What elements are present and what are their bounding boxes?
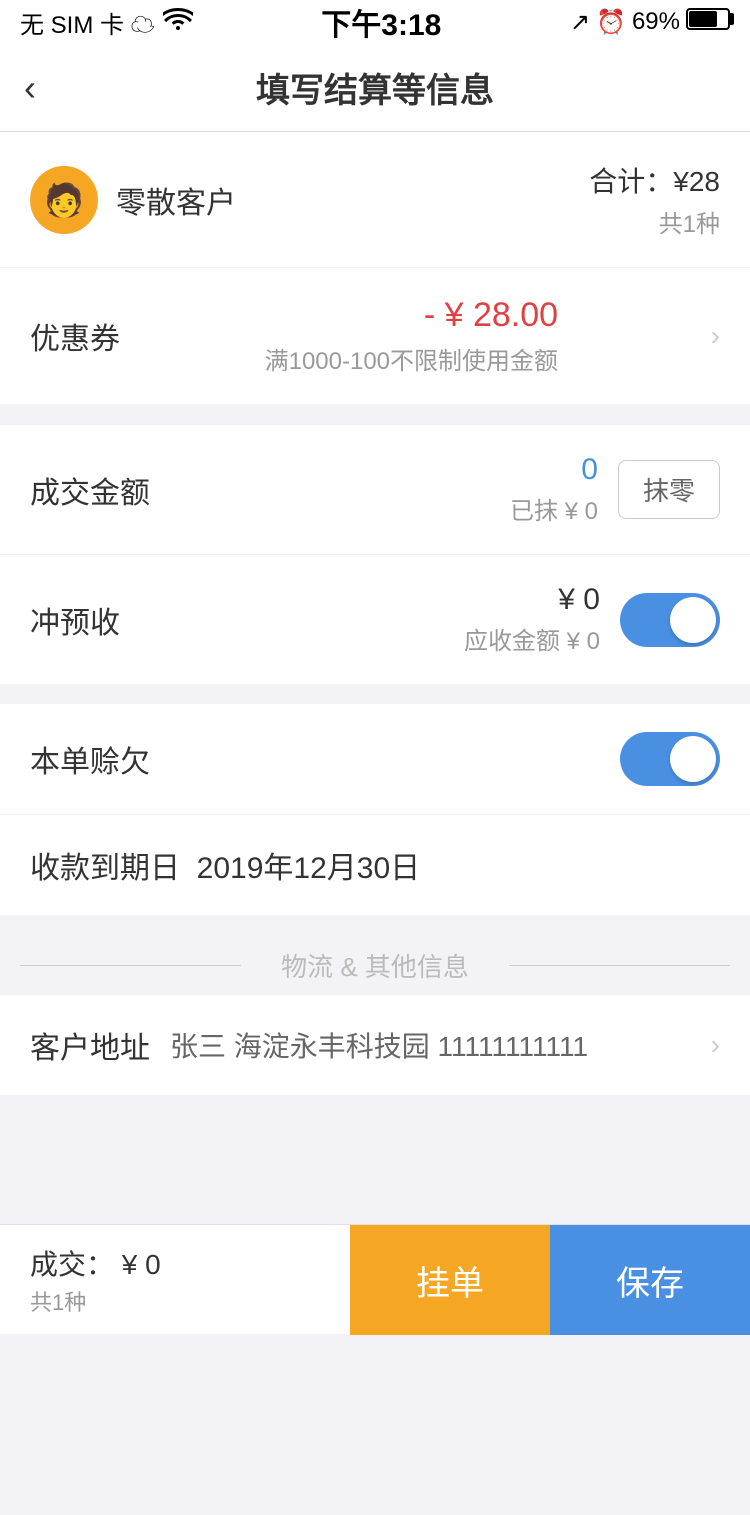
prereceive-amount: ¥ 0: [464, 583, 600, 617]
alarm-icon: ⏰: [596, 8, 626, 37]
sep-line-left: [20, 965, 241, 966]
prereceive-toggle[interactable]: [620, 593, 720, 647]
prereceive-right: ¥ 0 应收金额 ¥ 0: [464, 583, 720, 656]
logistics-text: 物流 & 其他信息: [281, 947, 469, 984]
credit-toggle-knob: [670, 736, 716, 782]
location-icon: ↗: [570, 8, 590, 37]
transaction-sub: 已抹 ¥ 0: [510, 491, 598, 526]
toggle-knob: [670, 597, 716, 643]
bottom-deal-label: 成交：: [30, 1249, 114, 1280]
battery-percent: 69%: [632, 8, 680, 36]
transaction-section: 成交金额 0 已抹 ¥ 0 抹零 冲预收 ¥ 0 应收金额 ¥ 0: [0, 424, 750, 684]
discount-right: - ¥ 28.00 满1000-100不限制使用金额: [265, 296, 558, 376]
discount-label: 优惠券: [30, 314, 120, 358]
address-chevron: ›: [711, 1029, 720, 1061]
transaction-right: 0 已抹 ¥ 0 抹零: [510, 453, 720, 526]
customer-row: 🧑 零散客户 合计：¥28 共1种: [0, 132, 750, 267]
address-value: 张三 海淀永丰科技园 11111111111: [170, 1025, 703, 1065]
status-bar: 无 SIM 卡 ☁ 下午3:18 ↗ ⏰ 69%: [0, 0, 750, 44]
address-row[interactable]: 客户地址 张三 海淀永丰科技园 11111111111 ›: [0, 995, 750, 1095]
discount-amount: - ¥ 28.00: [265, 296, 558, 335]
bottom-deal-amount: ¥ 0: [122, 1249, 161, 1280]
duedate-row[interactable]: 收款到期日 2019年12月30日: [0, 814, 750, 915]
credit-label: 本单赊欠: [30, 737, 150, 781]
battery-icon: [686, 8, 730, 37]
status-left: 无 SIM 卡 ☁: [20, 5, 193, 40]
customer-name: 零散客户: [116, 178, 236, 222]
status-right: ↗ ⏰ 69%: [570, 8, 730, 37]
wifi-icon: [163, 8, 193, 37]
divider-1: [0, 404, 750, 424]
logistics-separator: 物流 & 其他信息: [0, 935, 750, 995]
credit-row: 本单赊欠: [0, 704, 750, 814]
divider-3: [0, 915, 750, 935]
discount-row[interactable]: 优惠券 - ¥ 28.00 满1000-100不限制使用金额 ›: [0, 267, 750, 404]
nav-bar: ‹ 填写结算等信息: [0, 44, 750, 132]
customer-right: 合计：¥28 共1种: [589, 160, 720, 239]
sim-text: 无 SIM 卡 ☁: [20, 5, 155, 40]
prereceive-amount-col: ¥ 0 应收金额 ¥ 0: [464, 583, 600, 656]
duedate-content: 收款到期日 2019年12月30日: [30, 852, 420, 885]
discount-chevron: ›: [711, 320, 720, 352]
transaction-amount: 0: [510, 453, 598, 487]
prereceive-row: 冲预收 ¥ 0 应收金额 ¥ 0: [0, 554, 750, 684]
duedate-value: 2019年12月30日: [197, 852, 420, 885]
address-label: 客户地址: [30, 1023, 150, 1067]
customer-avatar: 🧑: [30, 166, 98, 234]
prereceive-label: 冲预收: [30, 598, 120, 642]
customer-total: 合计：¥28: [589, 160, 720, 200]
transaction-amount-col: 0 已抹 ¥ 0: [510, 453, 598, 526]
prereceive-sub: 应收金额 ¥ 0: [464, 621, 600, 656]
bottom-count: 共1种: [30, 1285, 320, 1317]
customer-count: 共1种: [589, 204, 720, 239]
credit-section: 本单赊欠 收款到期日 2019年12月30日: [0, 704, 750, 915]
bottom-deal-row: 成交： ¥ 0: [30, 1243, 320, 1283]
bottom-info: 成交： ¥ 0 共1种: [0, 1225, 350, 1334]
divider-2: [0, 684, 750, 704]
status-time: 下午3:18: [321, 0, 441, 44]
bottom-bar: 成交： ¥ 0 共1种 挂单 保存: [0, 1224, 750, 1334]
round-zero-button[interactable]: 抹零: [618, 460, 720, 519]
back-button[interactable]: ‹: [24, 67, 36, 109]
discount-desc: 满1000-100不限制使用金额: [265, 341, 558, 376]
duedate-label: 收款到期日: [30, 852, 180, 885]
save-button[interactable]: 保存: [550, 1225, 750, 1335]
avatar-icon: 🧑: [44, 181, 84, 219]
hold-button[interactable]: 挂单: [350, 1225, 550, 1335]
sep-line-right: [509, 965, 730, 966]
customer-section: 🧑 零散客户 合计：¥28 共1种 优惠券 - ¥ 28.00 满1000-10…: [0, 132, 750, 404]
page-title: 填写结算等信息: [256, 63, 494, 112]
transaction-row: 成交金额 0 已抹 ¥ 0 抹零: [0, 424, 750, 554]
transaction-label: 成交金额: [30, 468, 150, 512]
customer-left: 🧑 零散客户: [30, 166, 236, 234]
address-section: 客户地址 张三 海淀永丰科技园 11111111111 ›: [0, 995, 750, 1095]
credit-toggle[interactable]: [620, 732, 720, 786]
